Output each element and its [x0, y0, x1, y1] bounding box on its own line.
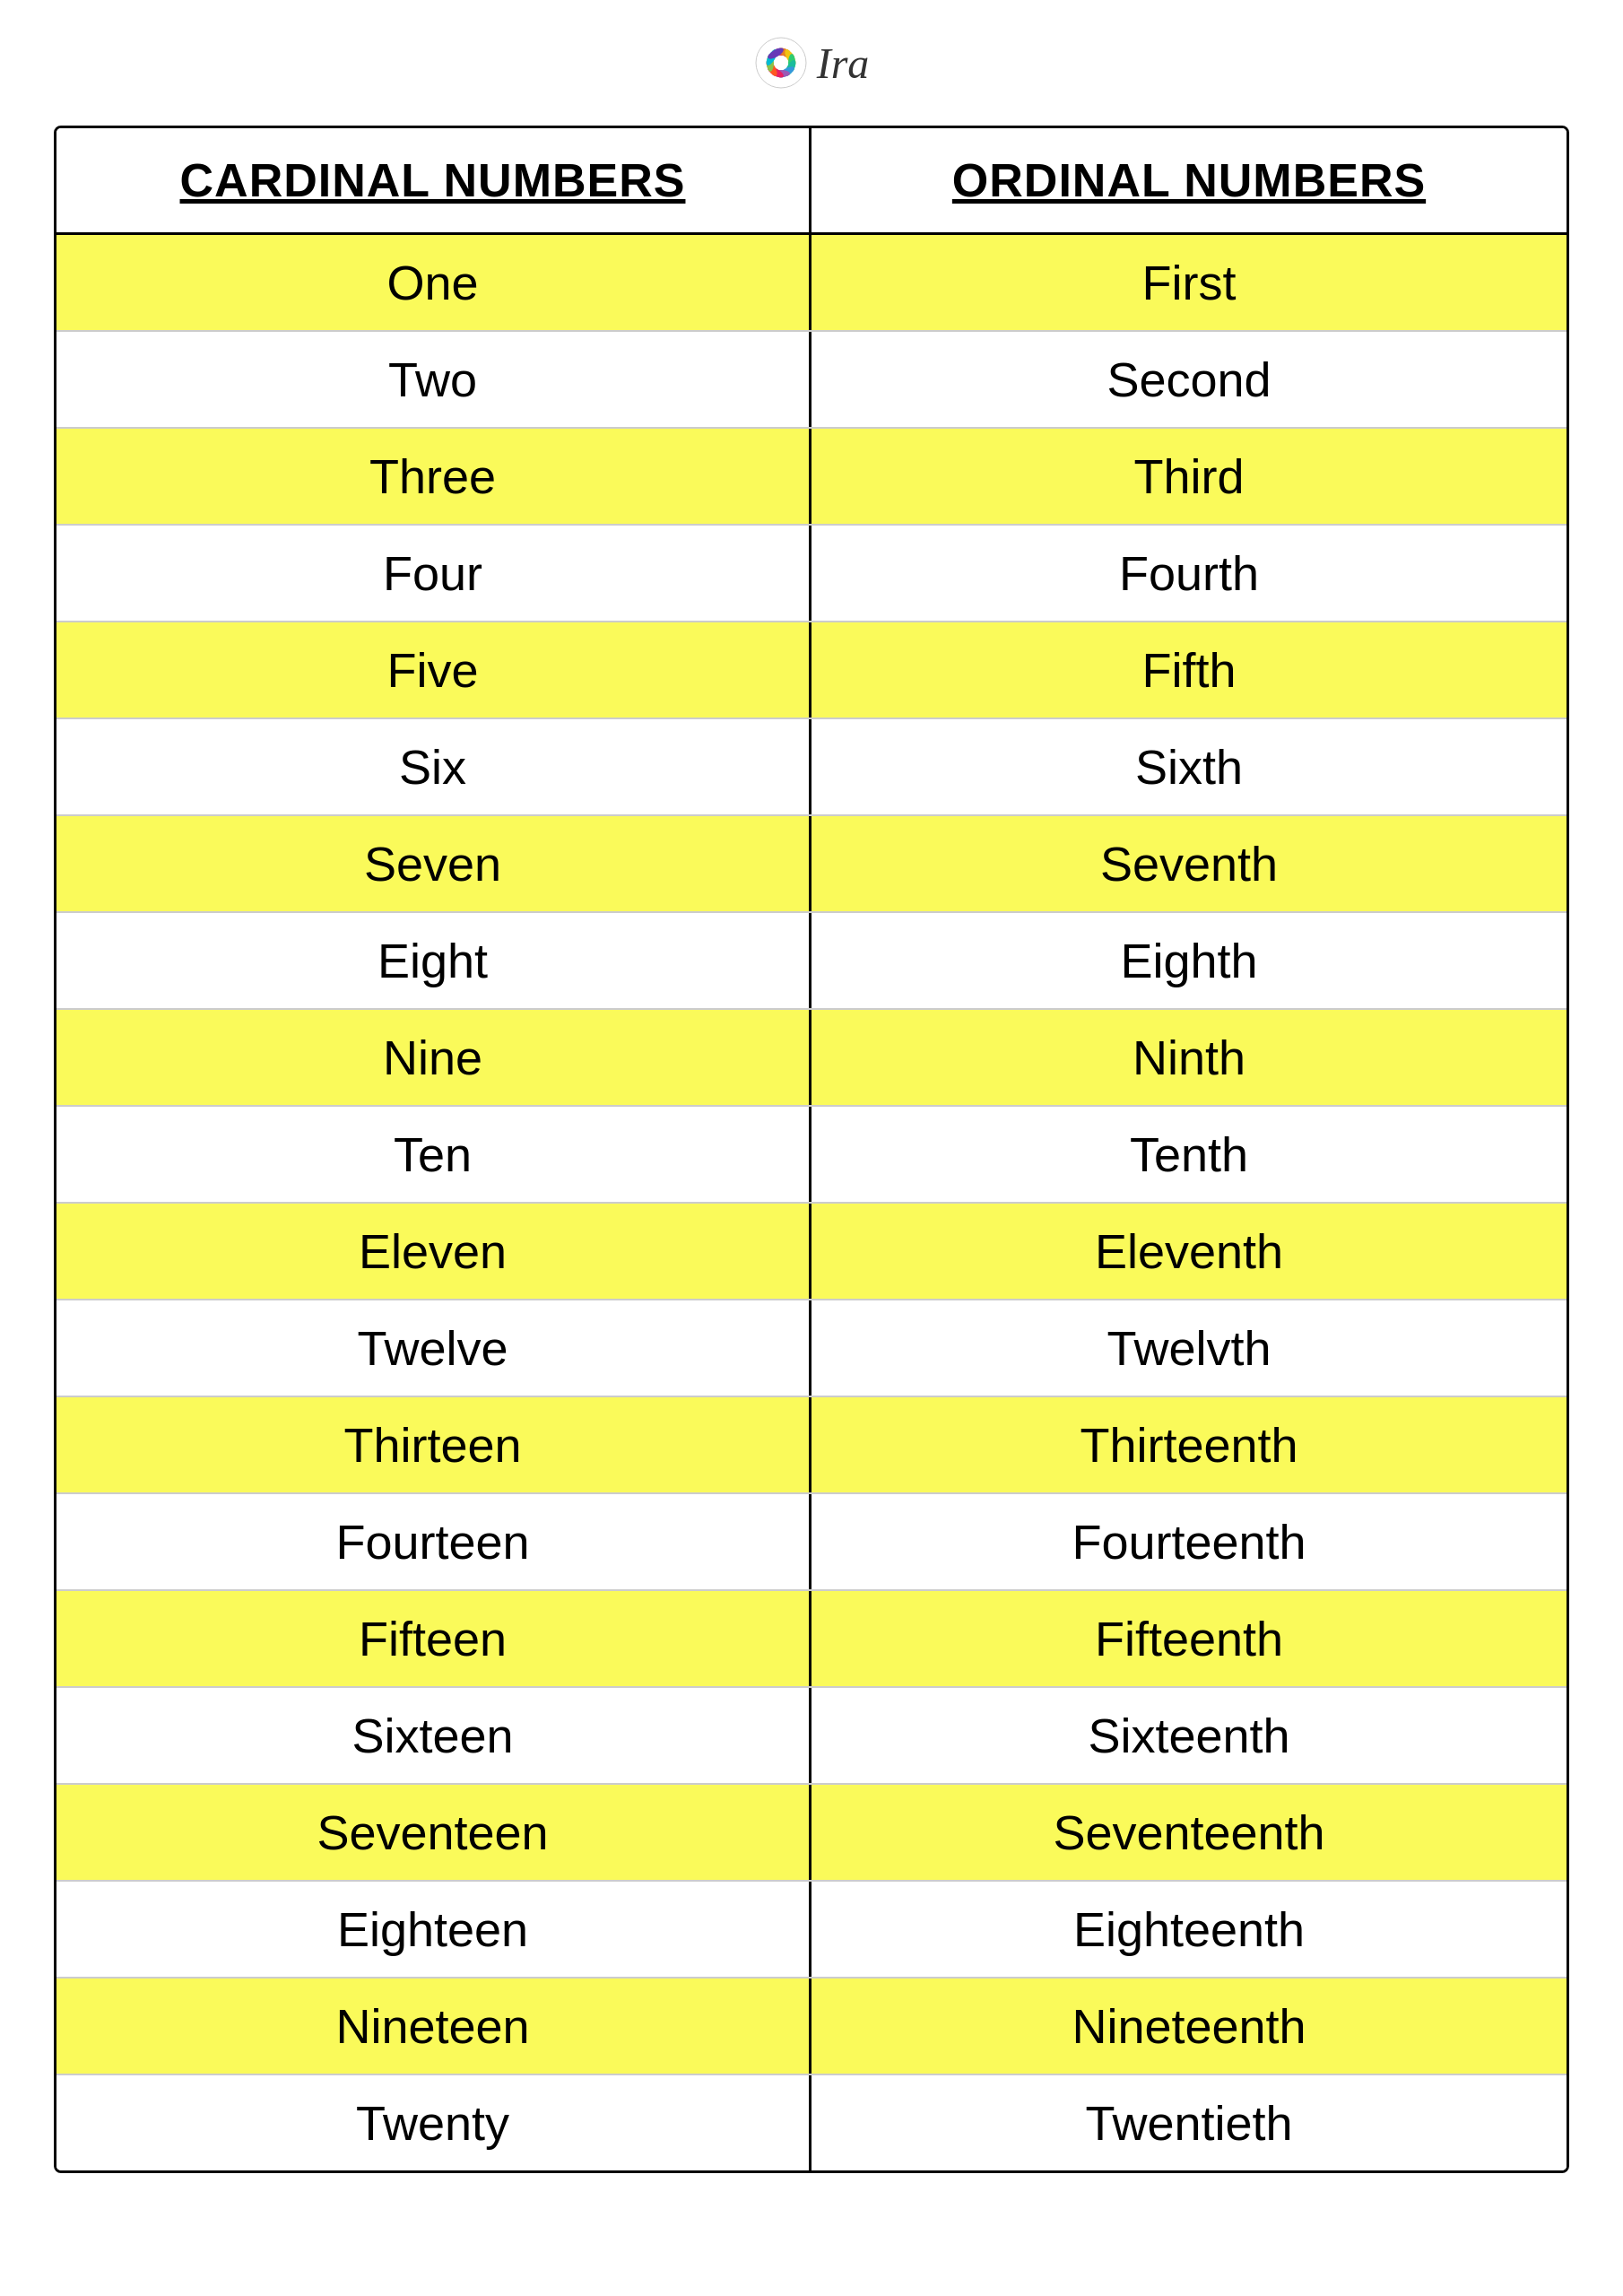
table-row: FifteenFifteenth [56, 1591, 1567, 1688]
cardinal-cell: Seventeen [56, 1785, 812, 1880]
ordinal-cell: Seventeenth [812, 1785, 1567, 1880]
cardinal-cell: Fourteen [56, 1494, 812, 1589]
cardinal-cell: One [56, 235, 812, 330]
table-body: OneFirstTwoSecondThreeThirdFourFourthFiv… [56, 235, 1567, 2170]
ordinal-cell: Tenth [812, 1107, 1567, 1202]
ordinal-cell: Eleventh [812, 1204, 1567, 1299]
ordinal-cell: Fourth [812, 526, 1567, 621]
table-row: FiveFifth [56, 622, 1567, 719]
table-row: ElevenEleventh [56, 1204, 1567, 1300]
ordinal-cell: Sixteenth [812, 1688, 1567, 1783]
ordinal-cell: Fifteenth [812, 1591, 1567, 1686]
logo-area: Ira [754, 36, 870, 90]
cardinal-cell: Sixteen [56, 1688, 812, 1783]
cardinal-cell: Eleven [56, 1204, 812, 1299]
cardinal-cell: Eight [56, 913, 812, 1008]
table-row: SevenSeventh [56, 816, 1567, 913]
cardinal-cell: Nineteen [56, 1979, 812, 2074]
ordinal-cell: Eighth [812, 913, 1567, 1008]
table-row: TenTenth [56, 1107, 1567, 1204]
cardinal-header: CARDINAL NUMBERS [56, 128, 812, 232]
table-row: NineteenNineteenth [56, 1979, 1567, 2075]
logo-icon [754, 36, 808, 90]
ordinal-cell: Sixth [812, 719, 1567, 814]
ordinal-cell: Third [812, 429, 1567, 524]
ordinal-cell: Second [812, 332, 1567, 427]
ordinal-cell: Eighteenth [812, 1882, 1567, 1977]
table-row: ThreeThird [56, 429, 1567, 526]
ordinal-cell: Nineteenth [812, 1979, 1567, 2074]
cardinal-cell: Fifteen [56, 1591, 812, 1686]
table-row: FourteenFourteenth [56, 1494, 1567, 1591]
cardinal-cell: Eighteen [56, 1882, 812, 1977]
table-row: SixteenSixteenth [56, 1688, 1567, 1785]
table-header: CARDINAL NUMBERS ORDINAL NUMBERS [56, 128, 1567, 235]
ordinal-cell: Fourteenth [812, 1494, 1567, 1589]
table-row: FourFourth [56, 526, 1567, 622]
cardinal-cell: Nine [56, 1010, 812, 1105]
table-row: TwelveTwelvth [56, 1300, 1567, 1397]
ordinal-cell: Thirteenth [812, 1397, 1567, 1492]
ordinal-header: ORDINAL NUMBERS [812, 128, 1567, 232]
numbers-table: CARDINAL NUMBERS ORDINAL NUMBERS OneFirs… [54, 126, 1569, 2173]
table-row: ThirteenThirteenth [56, 1397, 1567, 1494]
table-row: SeventeenSeventeenth [56, 1785, 1567, 1882]
cardinal-cell: Three [56, 429, 812, 524]
cardinal-cell: Ten [56, 1107, 812, 1202]
table-row: EightEighth [56, 913, 1567, 1010]
cardinal-cell: Twelve [56, 1300, 812, 1396]
ordinal-cell: Twentieth [812, 2075, 1567, 2170]
table-row: NineNinth [56, 1010, 1567, 1107]
ordinal-cell: Seventh [812, 816, 1567, 911]
cardinal-cell: Two [56, 332, 812, 427]
cardinal-cell: Twenty [56, 2075, 812, 2170]
table-row: TwentyTwentieth [56, 2075, 1567, 2170]
cardinal-cell: Four [56, 526, 812, 621]
ordinal-cell: Twelvth [812, 1300, 1567, 1396]
svg-point-13 [776, 57, 786, 68]
table-row: SixSixth [56, 719, 1567, 816]
cardinal-cell: Seven [56, 816, 812, 911]
cardinal-cell: Five [56, 622, 812, 718]
table-row: EighteenEighteenth [56, 1882, 1567, 1979]
ordinal-cell: Fifth [812, 622, 1567, 718]
page: Ira CARDINAL NUMBERS ORDINAL NUMBERS One… [0, 0, 1623, 2296]
table-row: OneFirst [56, 235, 1567, 332]
ordinal-cell: First [812, 235, 1567, 330]
cardinal-cell: Six [56, 719, 812, 814]
logo-text: Ira [817, 39, 870, 88]
ordinal-cell: Ninth [812, 1010, 1567, 1105]
table-row: TwoSecond [56, 332, 1567, 429]
cardinal-cell: Thirteen [56, 1397, 812, 1492]
